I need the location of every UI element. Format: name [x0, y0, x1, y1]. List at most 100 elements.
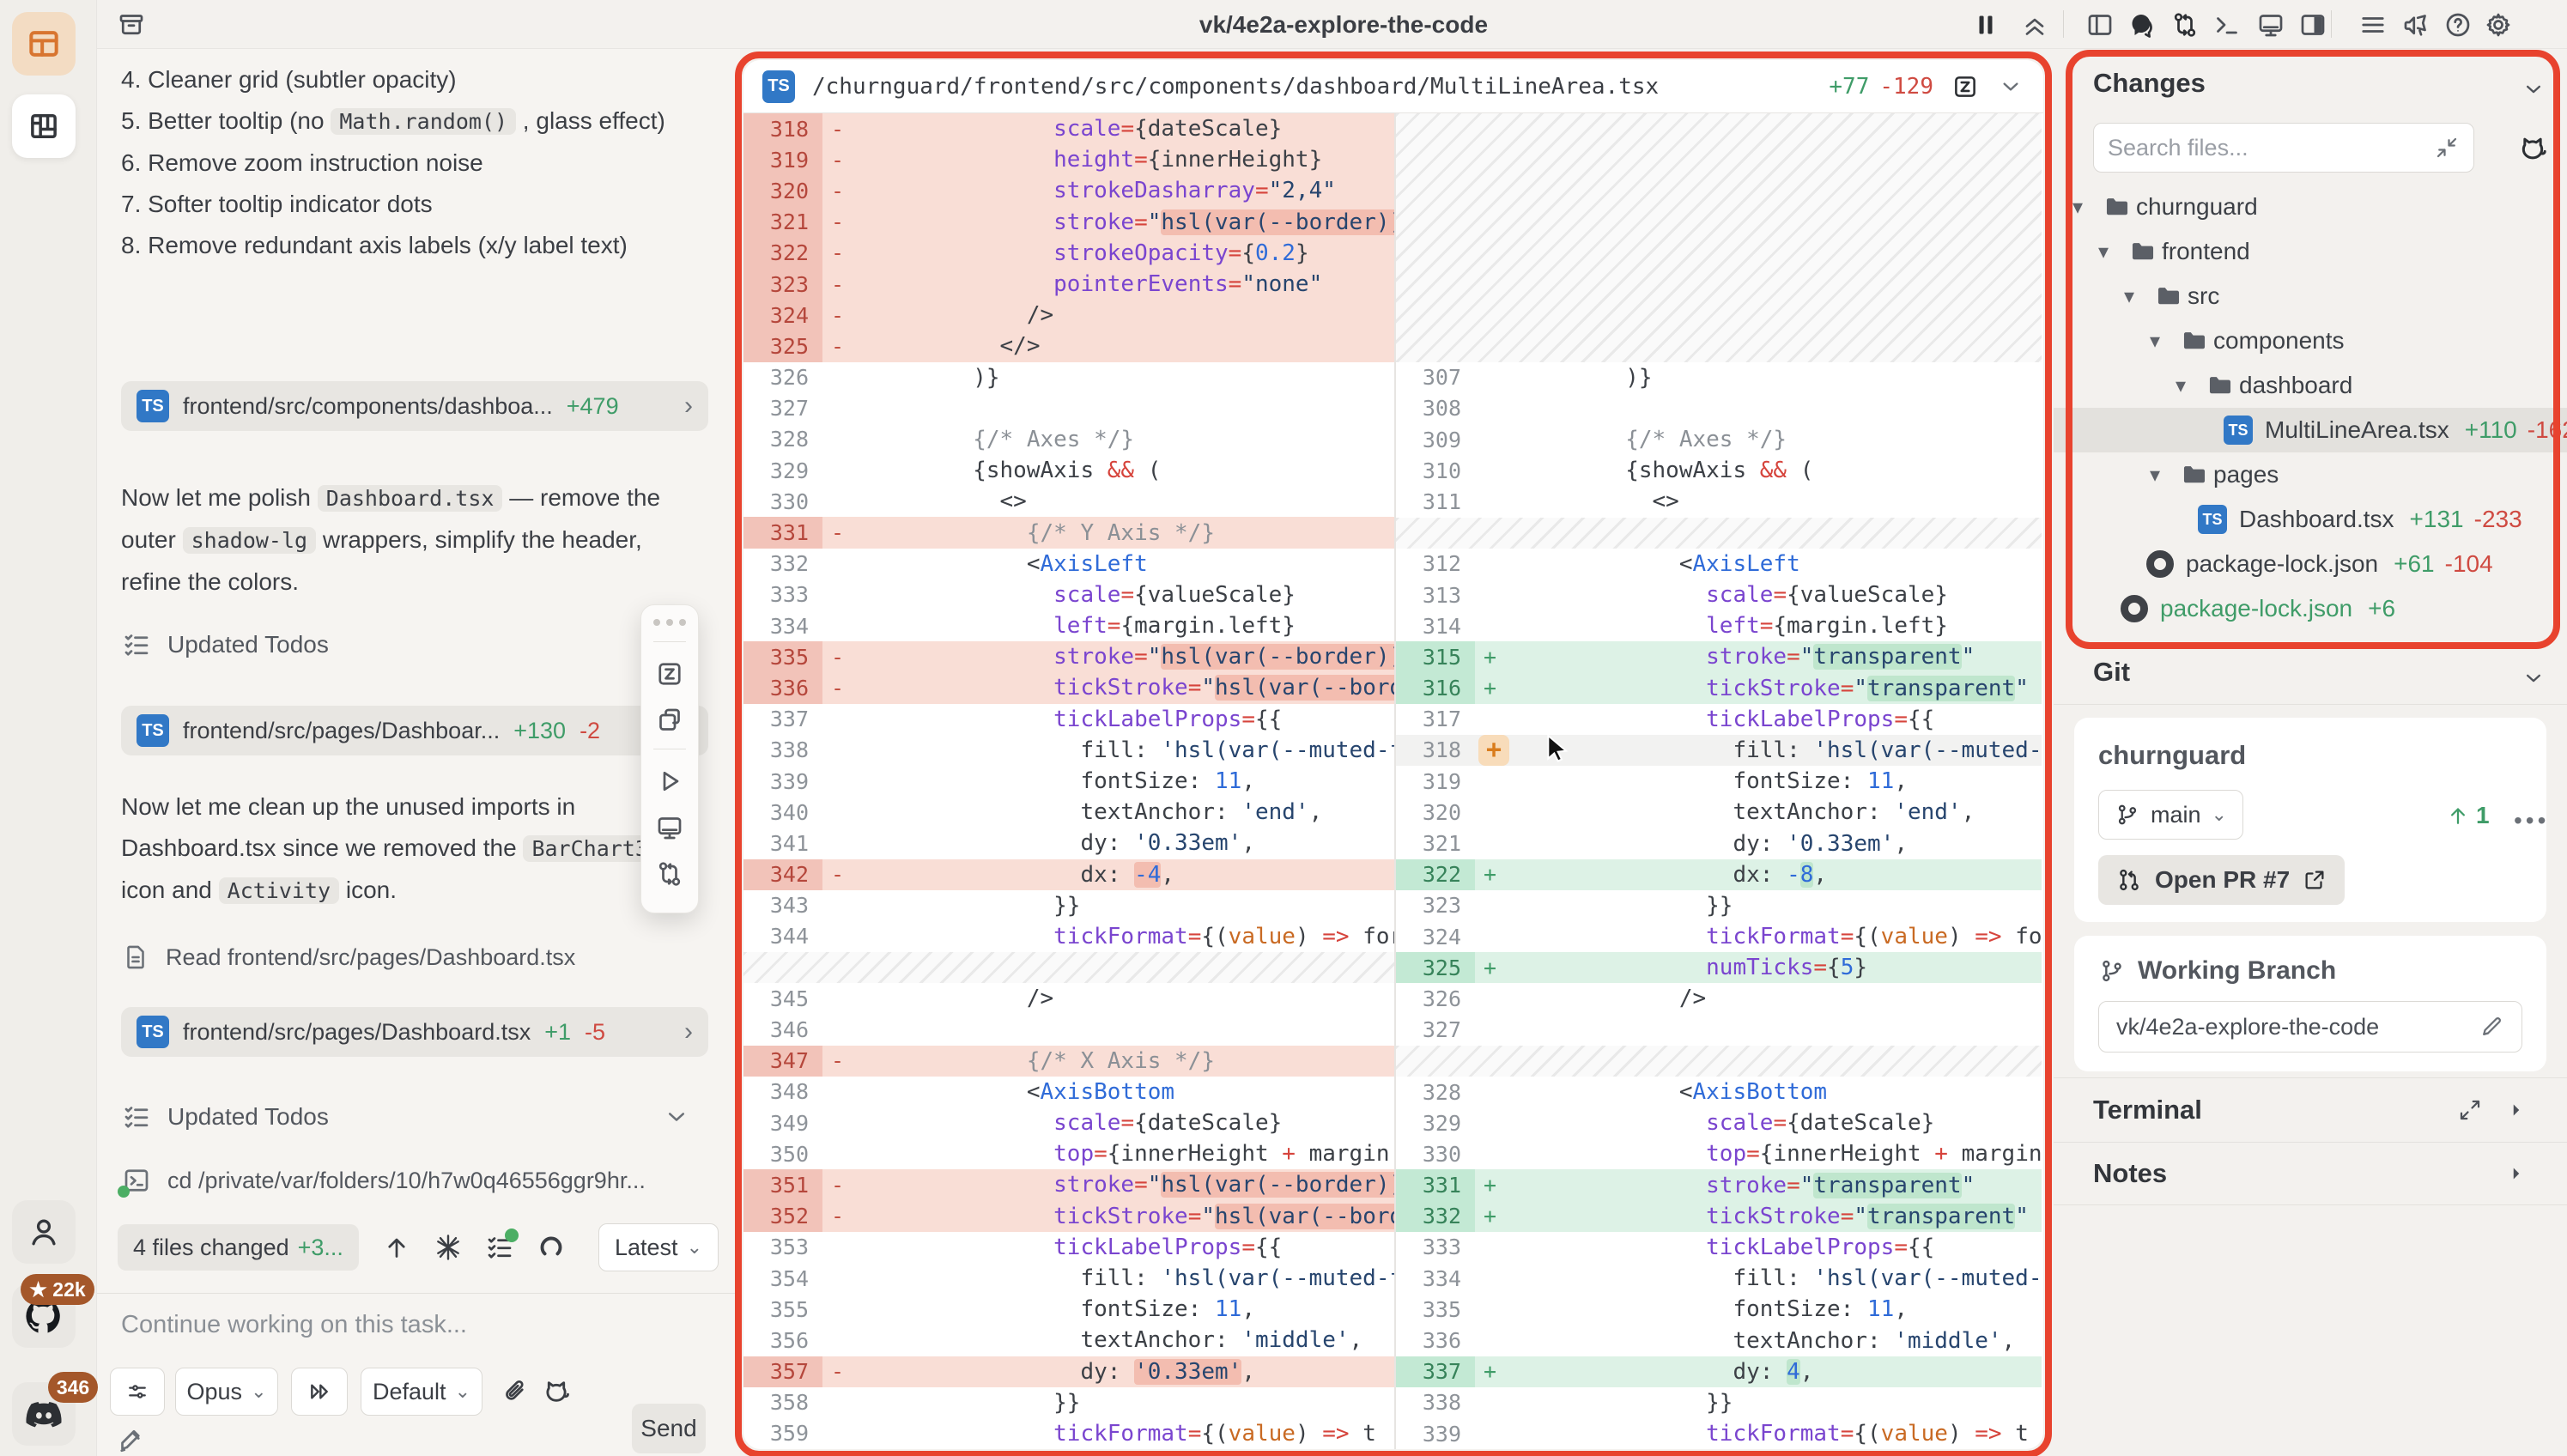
monitor-icon[interactable] — [2255, 9, 2286, 40]
diff-row: 327 — [743, 393, 1394, 424]
megaphone-icon[interactable] — [2400, 9, 2431, 40]
read-file-row[interactable]: Read frontend/src/pages/Dashboard.tsx — [121, 943, 575, 972]
diff-row: 336- tickStroke="hsl(var(--border))" — [743, 672, 1394, 703]
pencil-icon[interactable] — [2479, 1014, 2504, 1040]
files-changed-pill[interactable]: 4 files changed +3... — [118, 1224, 359, 1271]
tree-folder-pages[interactable]: ▾pages — [2054, 452, 2567, 497]
play-icon[interactable] — [654, 766, 685, 797]
git-compare-icon[interactable] — [2170, 9, 2200, 40]
notes-section-header[interactable]: Notes — [2054, 1142, 2567, 1205]
tree-label: components — [2213, 327, 2345, 355]
package-lock-icon — [2146, 550, 2174, 578]
assistant-numbered-list: 4. Cleaner grid (subtler opacity)5. Bett… — [121, 59, 713, 266]
composer-input[interactable]: Continue working on this task... — [121, 1311, 467, 1339]
help-icon[interactable] — [2443, 9, 2473, 40]
diff-row: 339 tickFormat={(value) => t — [1396, 1418, 2042, 1449]
tree-folder-src[interactable]: ▾src — [2054, 274, 2567, 318]
tree-file-MultiLineArea.tsx[interactable]: TSMultiLineArea.tsx+110-162 — [2054, 408, 2567, 452]
diff-row: 320- strokeDasharray="2,4" — [743, 175, 1394, 206]
diff-row: 329 {showAxis && ( — [743, 455, 1394, 486]
file-search-box[interactable] — [2093, 123, 2474, 173]
git-compare-icon[interactable] — [654, 858, 685, 889]
file-chip-dashboard-2[interactable]: TS frontend/src/pages/Dashboard.tsx +1 -… — [121, 1007, 708, 1057]
caret-right-icon[interactable] — [2505, 1162, 2528, 1185]
workspace-tile-board[interactable] — [12, 94, 76, 158]
drag-handle-dots[interactable] — [653, 619, 686, 626]
collapse-all-icon[interactable] — [2019, 9, 2050, 40]
tree-file-Dashboard.tsx[interactable]: TSDashboard.tsx+131-233 — [2054, 497, 2567, 542]
terminal-section-header[interactable]: Terminal — [2054, 1077, 2567, 1141]
diff-editor-icon[interactable] — [1951, 72, 1980, 101]
repo-name: churnguard — [2098, 740, 2522, 771]
tree-file-package-lock.json[interactable]: package-lock.json+61-104 — [2054, 542, 2567, 586]
todo-update-row[interactable]: Updated Todos — [121, 629, 329, 660]
tree-folder-dashboard[interactable]: ▾dashboard — [2054, 363, 2567, 408]
cat-icon[interactable] — [540, 1375, 573, 1408]
collapse-tree-icon[interactable] — [2434, 135, 2460, 161]
add-comment-button[interactable]: + — [1478, 735, 1509, 766]
repo-menu-button[interactable]: ••• — [2514, 807, 2549, 834]
brush-icon[interactable] — [116, 1424, 147, 1455]
mode-dropdown[interactable]: Default⌄ — [361, 1368, 482, 1416]
file-chip-multilinearea[interactable]: TS frontend/src/components/dashboa... +4… — [121, 381, 708, 431]
workspace-tile-active[interactable] — [12, 12, 76, 76]
panel-right-icon[interactable] — [2297, 9, 2328, 40]
account-button[interactable] — [12, 1200, 76, 1264]
diff-editor-icon[interactable] — [654, 658, 685, 689]
search-input[interactable] — [2108, 135, 2434, 161]
diff-row: 319- height={innerHeight} — [743, 144, 1394, 175]
model-dropdown[interactable]: Opus⌄ — [175, 1368, 278, 1416]
menu-icon[interactable] — [2358, 9, 2388, 40]
diff-row: 356 textAnchor: 'middle', — [743, 1325, 1394, 1356]
pause-icon[interactable] — [1970, 9, 2001, 40]
tree-folder-components[interactable]: ▾components — [2054, 318, 2567, 363]
chevron-down-icon[interactable] — [2521, 665, 2546, 691]
send-button[interactable]: Send — [632, 1404, 706, 1453]
archive-icon[interactable] — [116, 9, 147, 40]
mode-label: Default — [373, 1379, 446, 1405]
chevron-down-icon[interactable] — [662, 1102, 691, 1131]
attach-paperclip-icon[interactable] — [500, 1376, 531, 1407]
working-branch-field[interactable]: vk/4e2a-explore-the-code — [2098, 1001, 2522, 1053]
file-chip-name: frontend/src/pages/Dashboar... — [183, 718, 500, 744]
spark-icon[interactable] — [433, 1232, 464, 1263]
version-dropdown[interactable]: Latest ⌄ — [598, 1223, 719, 1271]
panel-left-icon[interactable] — [2085, 9, 2115, 40]
tree-file-package-lock.json[interactable]: package-lock.json+6 — [2054, 586, 2567, 631]
expand-icon[interactable] — [2457, 1097, 2483, 1123]
file-chip-name: frontend/src/components/dashboa... — [183, 393, 553, 420]
tree-folder-churnguard[interactable]: ▾churnguard — [2054, 185, 2567, 229]
github-star-badge: ★ 22k — [21, 1274, 94, 1305]
monitor-icon[interactable] — [654, 812, 685, 843]
caret-right-icon[interactable] — [2505, 1099, 2528, 1121]
file-chip-dashboard-1[interactable]: TS frontend/src/pages/Dashboar... +130 -… — [121, 706, 708, 755]
diff-pane-old: 318- scale={dateScale}319- height={inner… — [743, 113, 1396, 1449]
todos-status-icon[interactable] — [484, 1232, 515, 1263]
toolbar-divider — [2063, 10, 2064, 38]
fast-forward-button[interactable] — [291, 1368, 348, 1416]
tree-folder-frontend[interactable]: ▾frontend — [2054, 229, 2567, 274]
scroll-up-icon[interactable] — [381, 1232, 412, 1263]
git-section-title: Git — [2093, 657, 2130, 688]
todo-label: Updated Todos — [167, 1103, 329, 1131]
diff-row: 318+ fill: 'hsl(var(--muted-foreground))… — [1396, 735, 2042, 766]
composer-settings-button[interactable] — [110, 1368, 165, 1416]
text-segment: icon and — [121, 877, 219, 903]
terminal-icon[interactable] — [2212, 9, 2242, 40]
todo-update-row-2[interactable]: Updated Todos — [121, 1101, 691, 1132]
open-pr-button[interactable]: Open PR #7 — [2098, 855, 2345, 905]
diff-row: 335- stroke="hsl(var(--border))" — [743, 641, 1394, 672]
diff-row: 339 fontSize: 11, — [743, 766, 1394, 797]
diff-row: 322- strokeOpacity={0.2} — [743, 238, 1394, 269]
settings-gear-icon[interactable] — [2483, 9, 2514, 40]
terminal-command-row[interactable]: cd /private/var/folders/10/h7w0q46556ggr… — [121, 1165, 701, 1196]
diff-row: 320 textAnchor: 'end', — [1396, 797, 2042, 828]
chevron-down-icon[interactable] — [2521, 76, 2546, 102]
text-segment: icon. — [339, 877, 397, 903]
github-cat-icon[interactable] — [2515, 131, 2550, 166]
chevron-down-icon[interactable] — [1997, 73, 2024, 100]
copy-icon[interactable] — [654, 705, 685, 736]
branch-dropdown[interactable]: main ⌄ — [2098, 790, 2243, 840]
chat-bubble-icon[interactable] — [2126, 9, 2157, 40]
diff-row: 324- /> — [743, 300, 1394, 331]
